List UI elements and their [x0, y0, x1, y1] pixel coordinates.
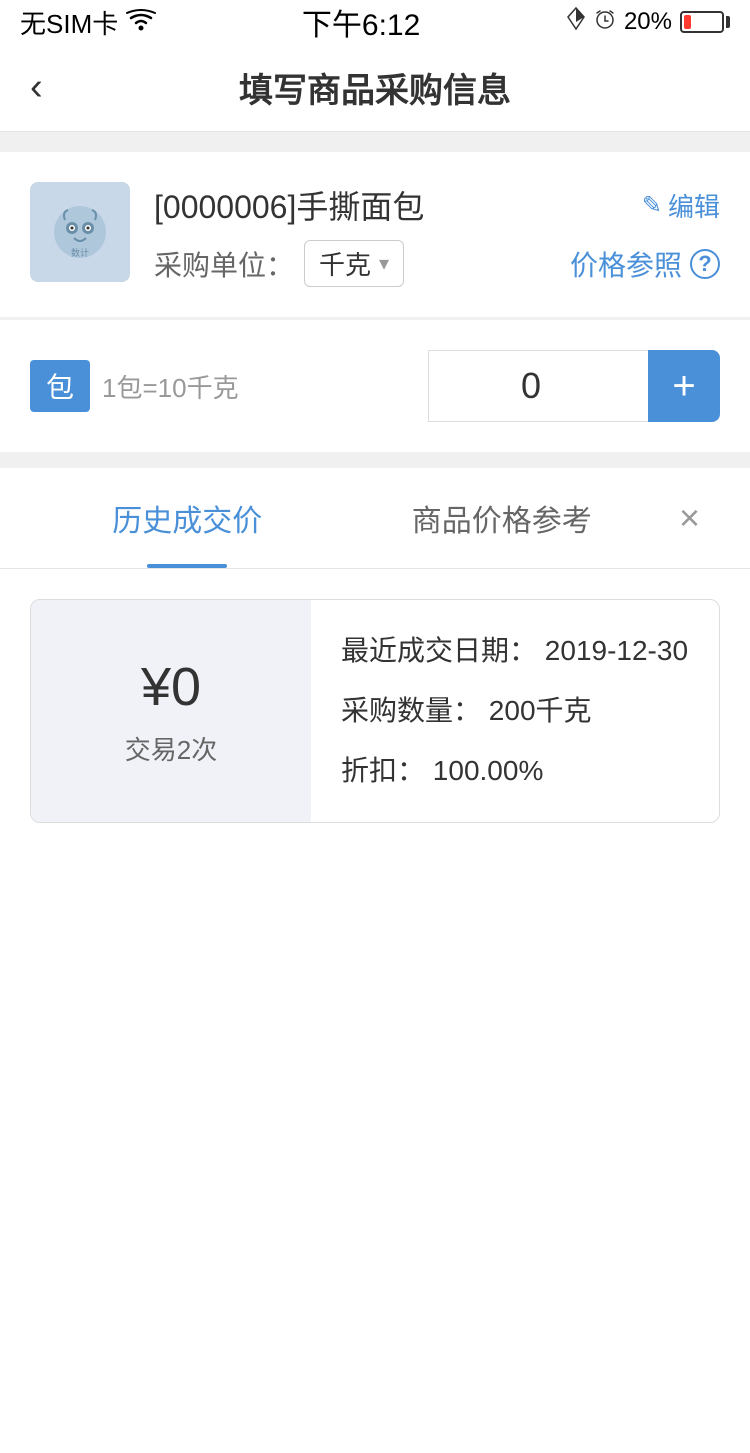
- battery-percent: 20%: [624, 8, 672, 36]
- wifi-icon: [126, 7, 156, 38]
- quantity-unit-badge: 包: [30, 360, 90, 412]
- bottom-area: [0, 853, 750, 1453]
- tab-product-price-reference[interactable]: 商品价格参考: [344, 468, 658, 568]
- alarm-icon: [594, 8, 616, 37]
- price-reference-button[interactable]: 价格参照 ?: [570, 244, 720, 284]
- discount-value: 100.00%: [433, 755, 544, 786]
- battery-icon: [680, 11, 730, 33]
- recent-date-value: 2019-12-30: [545, 635, 688, 666]
- unit-select-dropdown[interactable]: 千克 ▾: [304, 240, 404, 287]
- status-left: 无SIM卡: [20, 4, 156, 41]
- product-name-row: [0000006]手撕面包 ✎ 编辑: [154, 182, 720, 228]
- price-card-right: 最近成交日期： 2019-12-30 采购数量： 200千克 折扣： 100.0…: [311, 600, 719, 822]
- carrier-text: 无SIM卡: [20, 4, 118, 41]
- recent-date-label: 最近成交日期：: [341, 635, 537, 666]
- price-card: ¥0 交易2次 最近成交日期： 2019-12-30 采购数量： 200千克 折…: [30, 599, 720, 823]
- product-top: 数计 [0000006]手撕面包 ✎ 编辑 采购单位： 千克 ▾: [30, 182, 720, 287]
- tab-product-price-label: 商品价格参考: [412, 505, 592, 538]
- status-bar: 无SIM卡 下午6:12 20%: [0, 0, 750, 44]
- tab-section: 历史成交价 商品价格参考 × ¥0 交易2次 最近成交日期： 2019-12-3…: [0, 468, 750, 853]
- price-display: ¥0: [141, 656, 201, 718]
- product-image: 数计: [30, 182, 130, 282]
- quantity-input-group: +: [428, 350, 720, 422]
- quantity-label-group: 包 1包=10千克: [30, 360, 239, 412]
- tab-bar: 历史成交价 商品价格参考 ×: [0, 468, 750, 569]
- location-icon: [566, 7, 586, 38]
- dropdown-arrow-icon: ▾: [379, 251, 389, 276]
- product-info: [0000006]手撕面包 ✎ 编辑 采购单位： 千克 ▾ 价格参照 ?: [154, 182, 720, 287]
- product-card: 数计 [0000006]手撕面包 ✎ 编辑 采购单位： 千克 ▾: [0, 152, 750, 317]
- status-right: 20%: [566, 7, 730, 38]
- page-title: 填写商品采购信息: [239, 63, 511, 112]
- quantity-section: 包 1包=10千克 +: [0, 319, 750, 452]
- purchase-quantity-row: 采购数量： 200千克: [341, 690, 689, 732]
- tab-history-price[interactable]: 历史成交价: [30, 468, 344, 568]
- purchase-quantity-value: 200千克: [489, 695, 592, 726]
- back-button[interactable]: ‹: [30, 66, 90, 109]
- quantity-increment-button[interactable]: +: [648, 350, 720, 422]
- quantity-conversion-text: 1包=10千克: [102, 368, 239, 405]
- edit-label: 编辑: [668, 187, 720, 224]
- tab-close-button[interactable]: ×: [659, 477, 720, 559]
- price-ref-help-icon: ?: [690, 249, 720, 279]
- price-card-left: ¥0 交易2次: [31, 600, 311, 822]
- history-price-content: ¥0 交易2次 最近成交日期： 2019-12-30 采购数量： 200千克 折…: [0, 569, 750, 853]
- edit-button[interactable]: ✎ 编辑: [642, 187, 720, 224]
- tab-history-price-label: 历史成交价: [112, 505, 262, 538]
- product-full-name: [0000006]手撕面包: [154, 182, 424, 228]
- product-unit-row: 采购单位： 千克 ▾ 价格参照 ?: [154, 240, 720, 287]
- price-ref-label: 价格参照: [570, 244, 682, 284]
- unit-label-group: 采购单位： 千克 ▾: [154, 240, 404, 287]
- svg-text:数计: 数计: [71, 247, 89, 258]
- divider: [0, 452, 750, 468]
- unit-value: 千克: [319, 245, 371, 282]
- nav-bar: ‹ 填写商品采购信息: [0, 44, 750, 132]
- edit-icon: ✎: [642, 191, 662, 220]
- trade-count-text: 交易2次: [125, 730, 217, 767]
- status-time: 下午6:12: [302, 0, 420, 44]
- discount-row: 折扣： 100.00%: [341, 750, 689, 792]
- tab-active-underline: [147, 564, 227, 568]
- unit-label-text: 采购单位：: [154, 244, 294, 284]
- discount-label: 折扣：: [341, 755, 425, 786]
- purchase-quantity-label: 采购数量：: [341, 695, 481, 726]
- quantity-input[interactable]: [428, 350, 648, 422]
- recent-date-row: 最近成交日期： 2019-12-30: [341, 630, 689, 672]
